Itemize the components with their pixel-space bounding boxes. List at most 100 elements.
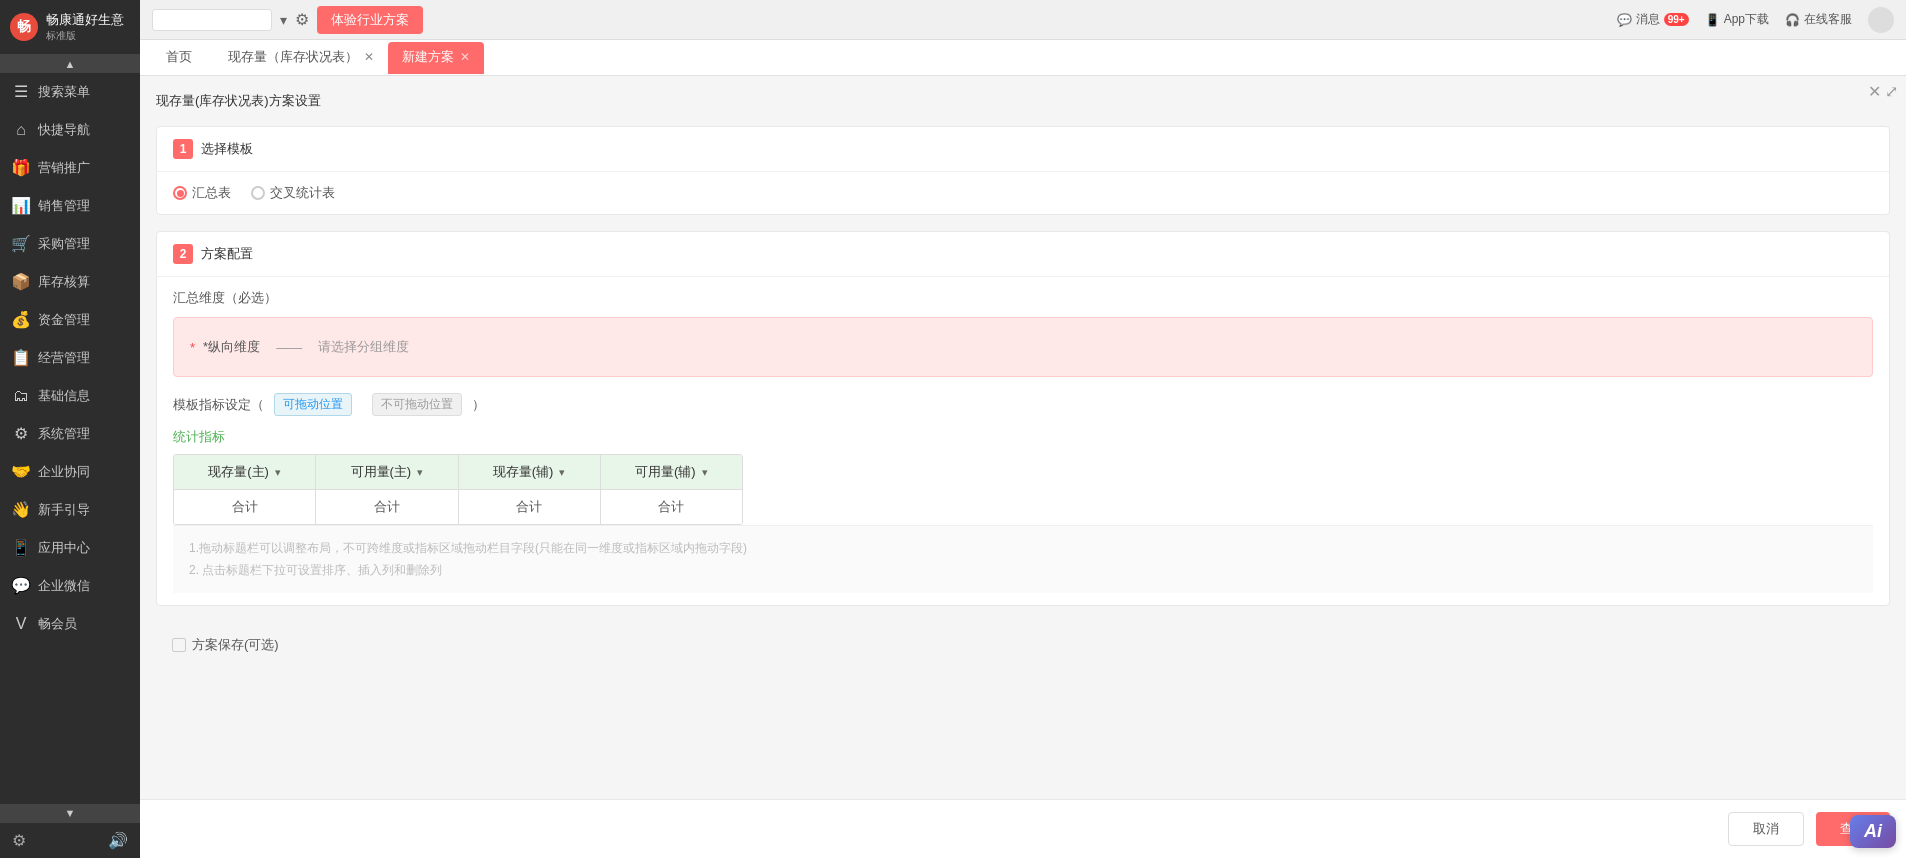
ai-badge[interactable]: Ai bbox=[1850, 815, 1896, 848]
message-badge: 99+ bbox=[1664, 13, 1689, 26]
sidebar-item-label: 企业微信 bbox=[38, 577, 90, 595]
tab-inventory-close-icon[interactable]: ✕ bbox=[364, 50, 374, 64]
step1-radio-group: 汇总表 交叉统计表 bbox=[157, 172, 1889, 214]
stats-col-1-dropdown[interactable]: ▾ bbox=[417, 466, 423, 479]
settings-icon[interactable]: ⚙ bbox=[12, 831, 26, 850]
sidebar-item-label: 系统管理 bbox=[38, 425, 90, 443]
app-download-button[interactable]: 📱 App下载 bbox=[1705, 11, 1769, 28]
cancel-button[interactable]: 取消 bbox=[1728, 812, 1804, 846]
stats-col-2-label: 现存量(辅) bbox=[493, 463, 554, 481]
radio-crosstab[interactable]: 交叉统计表 bbox=[251, 184, 335, 202]
tip2: 2. 点击标题栏下拉可设置排序、插入列和删除列 bbox=[189, 560, 1857, 582]
stats-table-body: 合计 合计 合计 合计 bbox=[174, 489, 742, 524]
headset-icon: 🎧 bbox=[1785, 13, 1800, 27]
sidebar-item-enterprise-wechat[interactable]: 💬 企业微信 bbox=[0, 567, 140, 605]
step2-section: 2 方案配置 汇总维度（必选） * *纵向维度 —— 请选择分组维度 模板指标设… bbox=[156, 231, 1890, 606]
save-checkbox[interactable] bbox=[172, 638, 186, 652]
sidebar-scroll-down[interactable]: ▼ bbox=[0, 804, 140, 822]
stats-col-2-dropdown[interactable]: ▾ bbox=[559, 466, 565, 479]
tab-home[interactable]: 首页 bbox=[152, 42, 206, 74]
sidebar-scroll-up[interactable]: ▲ bbox=[0, 55, 140, 73]
sidebar-item-basic-info[interactable]: 🗂 基础信息 bbox=[0, 377, 140, 415]
sidebar-item-label: 搜索菜单 bbox=[38, 83, 90, 101]
sidebar-item-marketing[interactable]: 🎁 营销推广 bbox=[0, 149, 140, 187]
app-logo: 畅 畅康通好生意 标准版 bbox=[0, 0, 140, 55]
sidebar-item-label: 应用中心 bbox=[38, 539, 90, 557]
dim-dash: —— bbox=[276, 340, 302, 355]
panel-expand-button[interactable]: ⤢ bbox=[1885, 82, 1898, 101]
radio-crosstab-label: 交叉统计表 bbox=[270, 184, 335, 202]
enterprise-wechat-icon: 💬 bbox=[12, 577, 30, 595]
sidebar-item-purchase[interactable]: 🛒 采购管理 bbox=[0, 225, 140, 263]
sidebar-item-label: 销售管理 bbox=[38, 197, 90, 215]
sidebar-item-label: 企业协同 bbox=[38, 463, 90, 481]
stats-cell-2: 合计 bbox=[459, 490, 601, 524]
inventory-icon: 📦 bbox=[12, 273, 30, 291]
step1-section: 1 选择模板 汇总表 交叉统计表 bbox=[156, 126, 1890, 215]
sidebar-item-app-center[interactable]: 📱 应用中心 bbox=[0, 529, 140, 567]
sidebar-item-label: 库存核算 bbox=[38, 273, 90, 291]
radio-summary-dot bbox=[173, 186, 187, 200]
stats-col-3[interactable]: 可用量(辅) ▾ bbox=[601, 455, 742, 489]
topbar-dropdown-button[interactable]: ▾ bbox=[280, 12, 287, 28]
stats-col-0[interactable]: 现存量(主) ▾ bbox=[174, 455, 316, 489]
tab-home-label: 首页 bbox=[166, 48, 192, 66]
stats-table: 现存量(主) ▾ 可用量(主) ▾ 现存量(辅) ▾ 可用量(辅) bbox=[173, 454, 743, 525]
sidebar-item-inventory[interactable]: 📦 库存核算 bbox=[0, 263, 140, 301]
dimension-area[interactable]: * *纵向维度 —— 请选择分组维度 bbox=[173, 317, 1873, 377]
step1-badge: 1 bbox=[173, 139, 193, 159]
topbar-cta-button[interactable]: 体验行业方案 bbox=[317, 6, 423, 34]
speaker-icon[interactable]: 🔊 bbox=[108, 831, 128, 850]
bottom-actions: 取消 查询 bbox=[140, 799, 1906, 858]
tab-inventory-status[interactable]: 现存量（库存状况表） ✕ bbox=[214, 42, 388, 74]
sidebar-item-label: 畅会员 bbox=[38, 615, 77, 633]
indicator-label: 模板指标设定（ 可拖动位置 不可拖动位置 ） bbox=[173, 393, 1873, 416]
search-menu-icon: ☰ bbox=[12, 83, 30, 101]
tabs-bar: 首页 现存量（库存状况表） ✕ 新建方案 ✕ bbox=[140, 40, 1906, 76]
message-button[interactable]: 💬 消息 99+ bbox=[1617, 11, 1689, 28]
sidebar-item-newbie[interactable]: 👋 新手引导 bbox=[0, 491, 140, 529]
sidebar-item-vip[interactable]: V 畅会员 bbox=[0, 605, 140, 643]
sidebar-item-system[interactable]: ⚙ 系统管理 bbox=[0, 415, 140, 453]
sidebar-item-sales[interactable]: 📊 销售管理 bbox=[0, 187, 140, 225]
online-service-button[interactable]: 🎧 在线客服 bbox=[1785, 11, 1852, 28]
sidebar-nav: ☰ 搜索菜单 ⌂ 快捷导航 🎁 营销推广 📊 销售管理 🛒 采购管理 📦 库存核… bbox=[0, 73, 140, 804]
basic-info-icon: 🗂 bbox=[12, 387, 30, 405]
sidebar-item-label: 新手引导 bbox=[38, 501, 90, 519]
vip-icon: V bbox=[12, 615, 30, 633]
sales-icon: 📊 bbox=[12, 197, 30, 215]
sidebar-item-quick-nav[interactable]: ⌂ 快捷导航 bbox=[0, 111, 140, 149]
tab-new-scheme-close-icon[interactable]: ✕ bbox=[460, 50, 470, 64]
sidebar-item-finance[interactable]: 💰 资金管理 bbox=[0, 301, 140, 339]
sidebar-bottom: ⚙ 🔊 bbox=[0, 822, 140, 858]
topbar-right: 💬 消息 99+ 📱 App下载 🎧 在线客服 bbox=[1617, 7, 1894, 33]
sidebar-item-label: 采购管理 bbox=[38, 235, 90, 253]
message-icon: 💬 bbox=[1617, 13, 1632, 27]
sidebar-item-label: 基础信息 bbox=[38, 387, 90, 405]
sidebar-item-search-menu[interactable]: ☰ 搜索菜单 bbox=[0, 73, 140, 111]
stats-table-header: 现存量(主) ▾ 可用量(主) ▾ 现存量(辅) ▾ 可用量(辅) bbox=[174, 455, 742, 489]
step1-header: 1 选择模板 bbox=[157, 127, 1889, 172]
phone-icon: 📱 bbox=[1705, 13, 1720, 27]
sidebar-item-management[interactable]: 📋 经营管理 bbox=[0, 339, 140, 377]
stats-col-3-label: 可用量(辅) bbox=[635, 463, 696, 481]
logo-icon: 畅 bbox=[10, 13, 38, 41]
newbie-icon: 👋 bbox=[12, 501, 30, 519]
stats-col-2[interactable]: 现存量(辅) ▾ bbox=[459, 455, 601, 489]
stats-col-1-label: 可用量(主) bbox=[351, 463, 412, 481]
topbar-gear-button[interactable]: ⚙ bbox=[295, 10, 309, 29]
sidebar-item-company[interactable]: 🤝 企业协同 bbox=[0, 453, 140, 491]
stats-col-0-dropdown[interactable]: ▾ bbox=[275, 466, 281, 479]
stats-col-3-dropdown[interactable]: ▾ bbox=[702, 466, 708, 479]
panel-controls: ✕ ⤢ bbox=[1860, 76, 1906, 107]
topbar-search-input[interactable] bbox=[152, 9, 272, 31]
tab-new-scheme[interactable]: 新建方案 ✕ bbox=[388, 42, 484, 74]
content-area: 现存量(库存状况表)方案设置 ✕ ⤢ 1 选择模板 汇总表 交叉统计表 bbox=[140, 76, 1906, 799]
main-area: ▾ ⚙ 体验行业方案 💬 消息 99+ 📱 App下载 🎧 在线客服 首页 bbox=[140, 0, 1906, 858]
save-option-label: 方案保存(可选) bbox=[192, 636, 279, 654]
stats-col-1[interactable]: 可用量(主) ▾ bbox=[316, 455, 458, 489]
user-avatar[interactable] bbox=[1868, 7, 1894, 33]
panel-close-button[interactable]: ✕ bbox=[1868, 82, 1881, 101]
radio-summary-table[interactable]: 汇总表 bbox=[173, 184, 231, 202]
required-star: * bbox=[190, 340, 195, 355]
